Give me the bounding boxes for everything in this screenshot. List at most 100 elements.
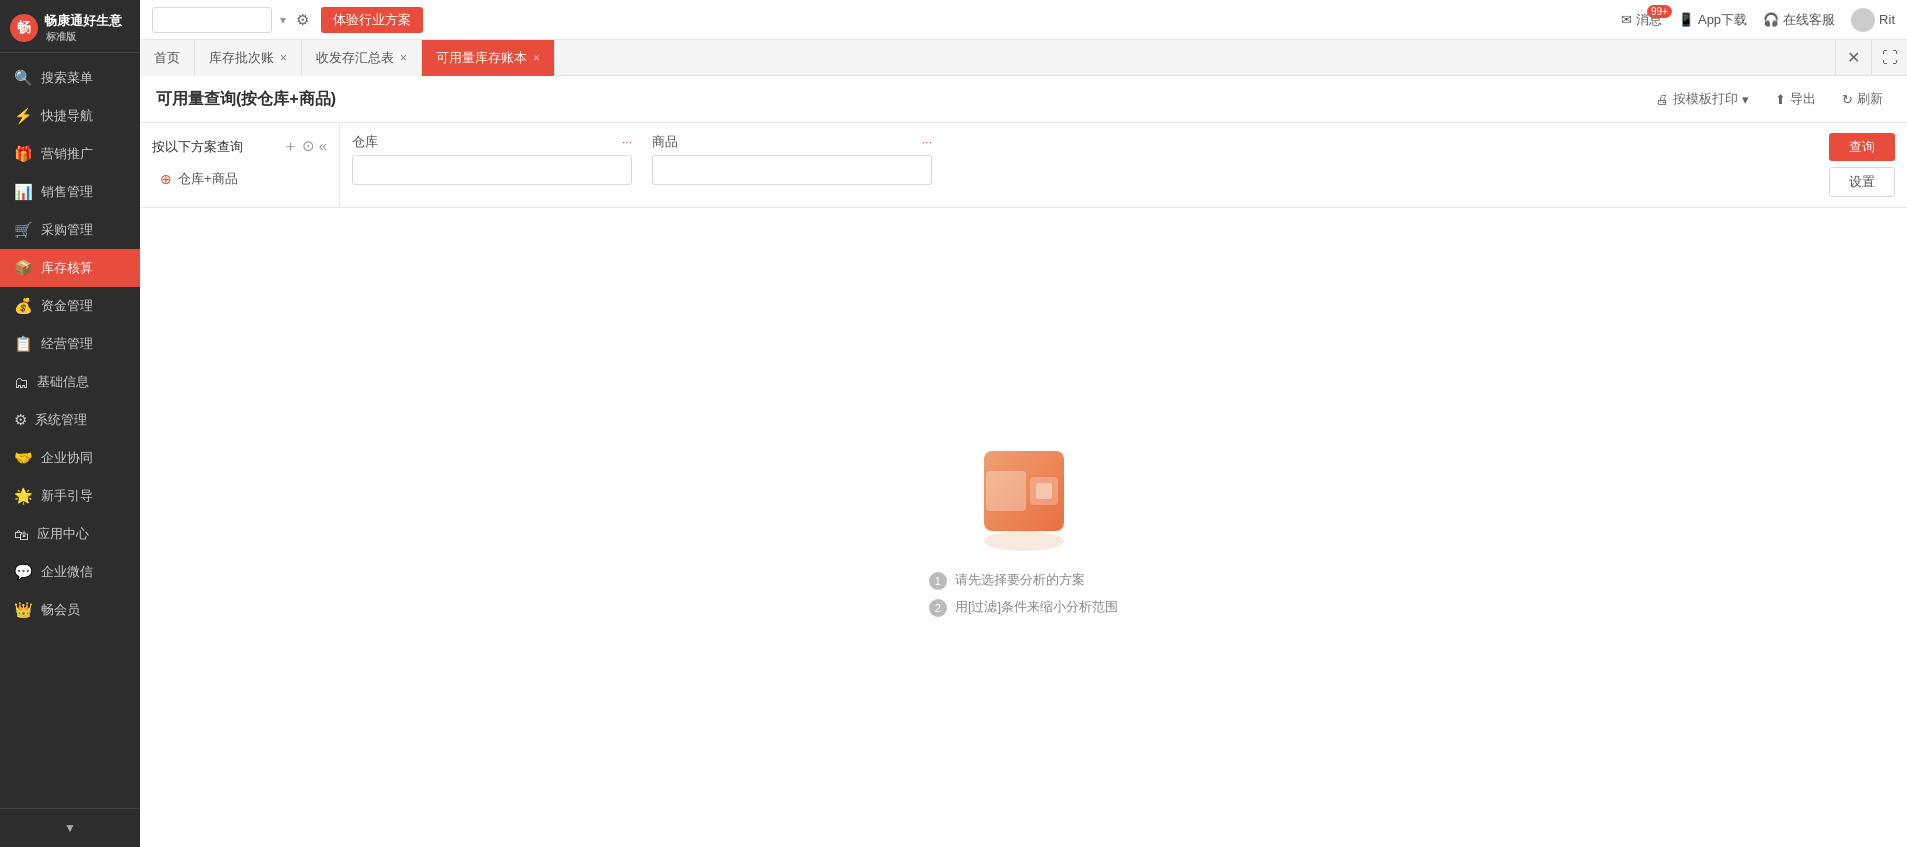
- goods-label-text: 商品: [652, 133, 678, 151]
- sidebar-item-label: 新手引导: [41, 487, 93, 505]
- sidebar-nav: 🔍 搜索菜单 ⚡ 快捷导航 🎁 营销推广 📊 销售管理 🛒 采购管理 📦 库存核…: [0, 53, 140, 808]
- sidebar-header: 畅 畅康通好生意 标准版: [0, 0, 140, 53]
- app-version: 标准版: [46, 30, 122, 44]
- query-button[interactable]: 查询: [1829, 133, 1895, 161]
- sidebar: 畅 畅康通好生意 标准版 🔍 搜索菜单 ⚡ 快捷导航 🎁 营销推广 📊 销售管理…: [0, 0, 140, 847]
- scheme-actions: ＋ ⊙ «: [283, 137, 327, 156]
- chart-icon: 📊: [14, 183, 33, 201]
- print-label: 按模板打印: [1673, 90, 1738, 108]
- sidebar-item-label: 畅会员: [41, 601, 80, 619]
- sidebar-item-label: 销售管理: [41, 183, 93, 201]
- add-scheme-icon[interactable]: ＋: [283, 137, 298, 156]
- tip-text-1: 请先选择要分析的方案: [955, 571, 1085, 589]
- goods-input[interactable]: [652, 155, 932, 185]
- tab-actions: ✕ ⛶: [1835, 40, 1907, 76]
- cart-icon: 🛒: [14, 221, 33, 239]
- sidebar-item-system[interactable]: ⚙ 系统管理: [0, 401, 140, 439]
- page-title: 可用量查询(按仓库+商品): [156, 89, 336, 110]
- crown-icon: 👑: [14, 601, 33, 619]
- username-label: Rit: [1879, 12, 1895, 27]
- goods-field-label: 商品 ···: [652, 133, 932, 151]
- sidebar-item-marketing[interactable]: 🎁 营销推广: [0, 135, 140, 173]
- setting-button[interactable]: 设置: [1829, 167, 1895, 197]
- sidebar-item-label: 基础信息: [37, 373, 89, 391]
- tab-recv-summary[interactable]: 收发存汇总表 ×: [302, 40, 422, 76]
- sidebar-item-wechat[interactable]: 💬 企业微信: [0, 553, 140, 591]
- refresh-btn[interactable]: ↻ 刷新: [1834, 86, 1891, 112]
- sidebar-item-sales[interactable]: 📊 销售管理: [0, 173, 140, 211]
- handshake-icon: 🤝: [14, 449, 33, 467]
- chevron-down-icon[interactable]: ▾: [280, 13, 286, 27]
- tab-expand-btn[interactable]: ⛶: [1871, 40, 1907, 76]
- collapse-scheme-icon[interactable]: «: [319, 137, 327, 156]
- query-panel: 按以下方案查询 ＋ ⊙ « ⊕ 仓库+商品: [140, 123, 1907, 208]
- sidebar-item-basic[interactable]: 🗂 基础信息: [0, 363, 140, 401]
- topbar: ▾ ⚙ 体验行业方案 ✉ 消息 99+ 📱 App下载 🎧 在线客服 Rit: [140, 0, 1907, 40]
- gear-icon: ⚙: [14, 411, 27, 429]
- page-content: 可用量查询(按仓库+商品) 🖨 按模板打印 ▾ ⬆ 导出 ↻ 刷新: [140, 76, 1907, 847]
- sidebar-item-label: 快捷导航: [41, 107, 93, 125]
- query-fields: 仓库 ··· 商品 ···: [340, 123, 1817, 207]
- tab-batch-ledger-label: 库存批次账: [209, 49, 274, 67]
- message-badge: 99+: [1647, 5, 1672, 18]
- topbar-right: ✉ 消息 99+ 📱 App下载 🎧 在线客服 Rit: [1621, 8, 1895, 32]
- tab-batch-ledger[interactable]: 库存批次账 ×: [195, 40, 302, 76]
- export-label: 导出: [1790, 90, 1816, 108]
- warehouse-more-btn[interactable]: ···: [622, 135, 632, 149]
- sidebar-item-purchase[interactable]: 🛒 采购管理: [0, 211, 140, 249]
- message-btn[interactable]: ✉ 消息 99+: [1621, 11, 1662, 29]
- star-icon: 🌟: [14, 487, 33, 505]
- scheme-item-warehouse-goods[interactable]: ⊕ 仓库+商品: [140, 164, 339, 194]
- sidebar-item-label: 应用中心: [37, 525, 89, 543]
- chat-icon: 💬: [14, 563, 33, 581]
- logo-icon: 畅: [10, 14, 38, 42]
- user-btn[interactable]: Rit: [1851, 8, 1895, 32]
- folder-icon: 🗂: [14, 374, 29, 391]
- tip-num-2: 2: [929, 599, 947, 617]
- app-logo: 畅 畅康通好生意 标准版: [10, 12, 130, 44]
- page-header-actions: 🖨 按模板打印 ▾ ⬆ 导出 ↻ 刷新: [1648, 86, 1891, 112]
- online-service-btn[interactable]: 🎧 在线客服: [1763, 11, 1835, 29]
- industry-btn[interactable]: 体验行业方案: [321, 7, 423, 33]
- gift-icon: 🎁: [14, 145, 33, 163]
- print-icon: 🖨: [1656, 92, 1669, 107]
- sidebar-item-inventory[interactable]: 📦 库存核算: [0, 249, 140, 287]
- app-name: 畅康通好生意: [44, 12, 122, 30]
- tab-close-all-btn[interactable]: ✕: [1835, 40, 1871, 76]
- tab-batch-ledger-close[interactable]: ×: [280, 51, 287, 65]
- empty-illustration: [964, 431, 1084, 551]
- empty-tip-2: 2 用[过滤]条件来缩小分析范围: [929, 598, 1118, 617]
- print-chevron-icon: ▾: [1742, 92, 1749, 107]
- export-icon: ⬆: [1775, 92, 1786, 107]
- svg-rect-1: [1036, 483, 1052, 499]
- sidebar-item-label: 营销推广: [41, 145, 93, 163]
- scheme-item-label: 仓库+商品: [178, 170, 238, 188]
- topbar-gear-icon[interactable]: ⚙: [296, 11, 309, 29]
- tab-home[interactable]: 首页: [140, 40, 195, 76]
- sidebar-item-finance[interactable]: 💰 资金管理: [0, 287, 140, 325]
- sidebar-item-guide[interactable]: 🌟 新手引导: [0, 477, 140, 515]
- export-btn[interactable]: ⬆ 导出: [1767, 86, 1824, 112]
- topbar-search-input[interactable]: [152, 7, 272, 33]
- sidebar-item-appstore[interactable]: 🛍 应用中心: [0, 515, 140, 553]
- warehouse-field: 仓库 ···: [352, 133, 632, 185]
- tab-recv-summary-close[interactable]: ×: [400, 51, 407, 65]
- sidebar-item-operations[interactable]: 📋 经营管理: [0, 325, 140, 363]
- app-download-btn[interactable]: 📱 App下载: [1678, 11, 1747, 29]
- settings-scheme-icon[interactable]: ⊙: [302, 137, 315, 156]
- sidebar-scroll-down[interactable]: ▼: [0, 817, 140, 839]
- empty-box-icon: [984, 451, 1064, 531]
- tab-available-ledger-label: 可用量库存账本: [436, 49, 527, 67]
- sidebar-item-enterprise[interactable]: 🤝 企业协同: [0, 439, 140, 477]
- empty-tip-1: 1 请先选择要分析的方案: [929, 571, 1118, 590]
- sidebar-item-search[interactable]: 🔍 搜索菜单: [0, 59, 140, 97]
- box-icon: 📦: [14, 259, 33, 277]
- tab-available-ledger-close[interactable]: ×: [533, 51, 540, 65]
- print-btn[interactable]: 🖨 按模板打印 ▾: [1648, 86, 1757, 112]
- sidebar-item-member[interactable]: 👑 畅会员: [0, 591, 140, 629]
- tab-available-ledger[interactable]: 可用量库存账本 ×: [422, 40, 555, 76]
- warehouse-field-label: 仓库 ···: [352, 133, 632, 151]
- sidebar-item-shortcuts[interactable]: ⚡ 快捷导航: [0, 97, 140, 135]
- warehouse-input[interactable]: [352, 155, 632, 185]
- goods-more-btn[interactable]: ···: [922, 135, 932, 149]
